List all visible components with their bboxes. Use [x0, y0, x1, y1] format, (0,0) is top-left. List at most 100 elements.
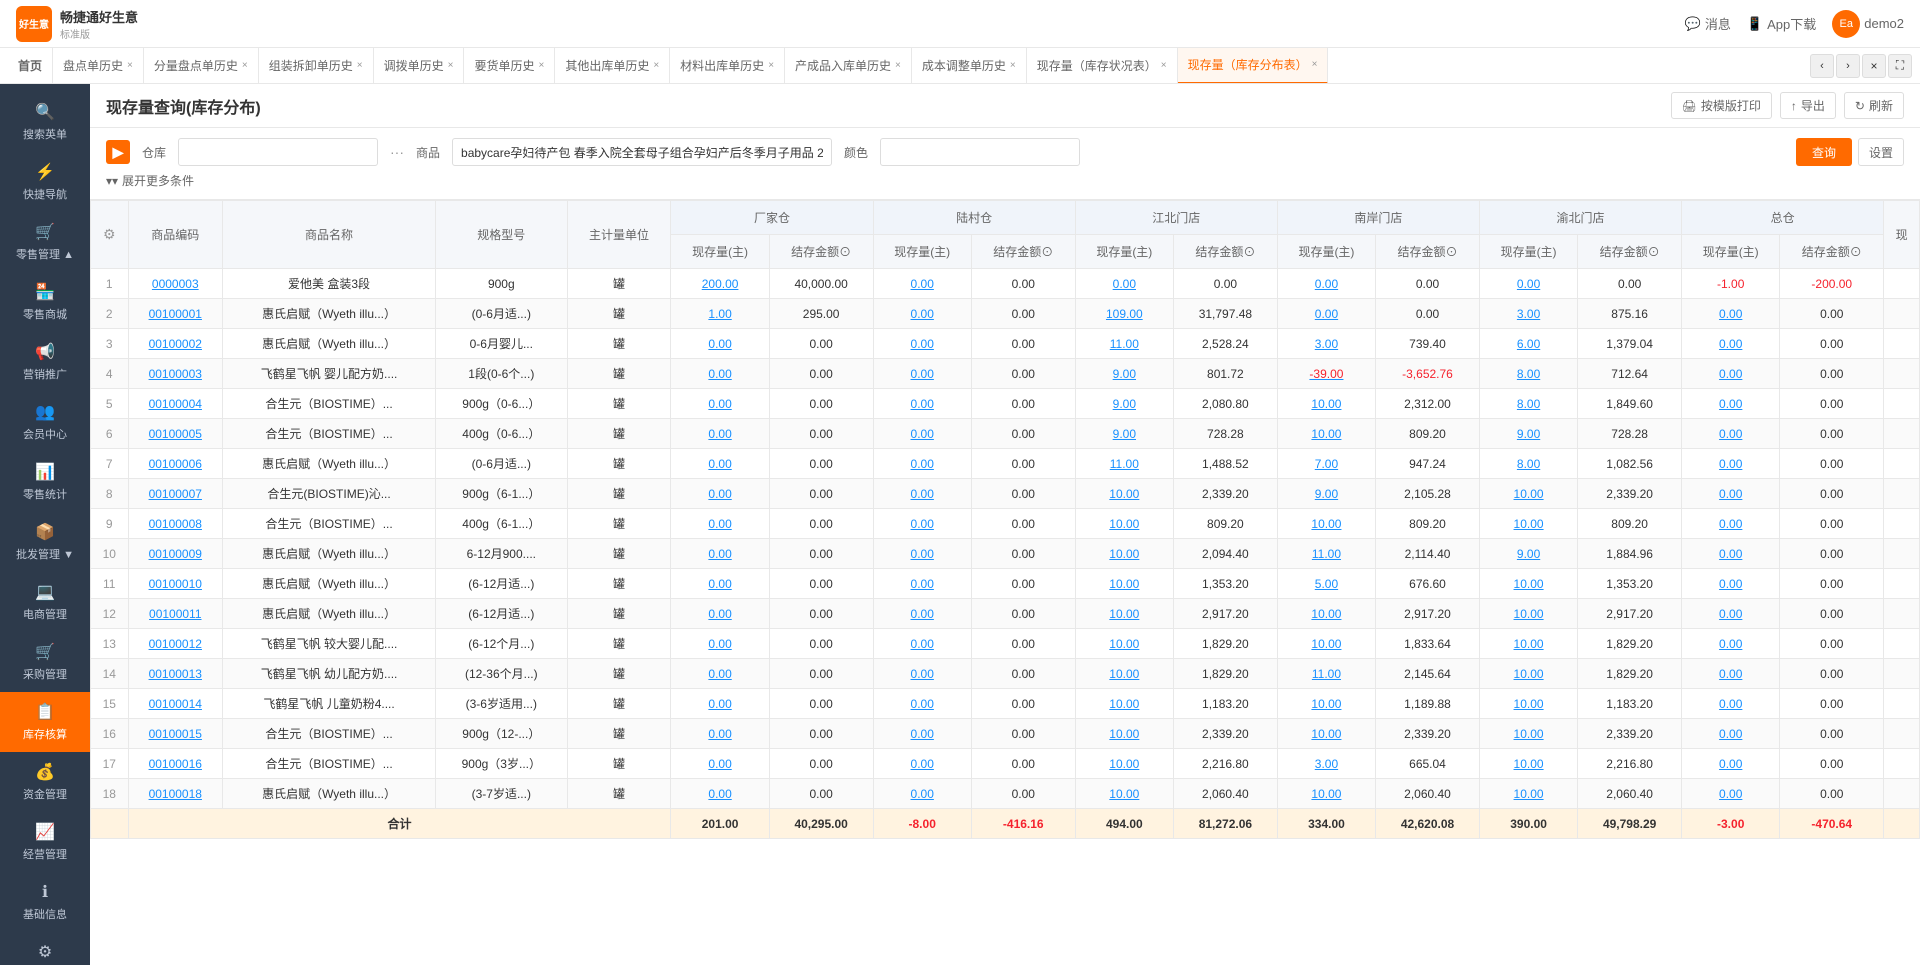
close-icon[interactable]: × [448, 60, 454, 71]
j-qty[interactable]: 9.00 [1075, 389, 1173, 419]
j-qty[interactable]: 10.00 [1075, 719, 1173, 749]
color-input[interactable] [880, 138, 1080, 166]
sidebar-item-marketing[interactable]: 📢 营销推广 [0, 332, 90, 392]
l-qty[interactable]: 0.00 [873, 329, 971, 359]
tab-xiancunliang2[interactable]: 现存量（库存分布表） × [1178, 48, 1329, 84]
close-icon[interactable]: × [127, 60, 133, 71]
l-qty[interactable]: 0.00 [873, 389, 971, 419]
total-qty[interactable]: 0.00 [1682, 779, 1780, 809]
l-qty[interactable]: 0.00 [873, 719, 971, 749]
j-qty[interactable]: 10.00 [1075, 539, 1173, 569]
j-qty[interactable]: 11.00 [1075, 449, 1173, 479]
close-icon[interactable]: × [895, 60, 901, 71]
f-qty[interactable]: 0.00 [671, 359, 769, 389]
tab-chanpinruku[interactable]: 产成品入库单历史 × [785, 48, 912, 84]
product-code[interactable]: 00100001 [128, 299, 223, 329]
total-qty[interactable]: 0.00 [1682, 569, 1780, 599]
settings-btn[interactable]: 设置 [1858, 138, 1904, 166]
y-qty[interactable]: 10.00 [1479, 509, 1577, 539]
user-info[interactable]: Ea demo2 [1832, 10, 1904, 38]
total-qty[interactable]: 0.00 [1682, 689, 1780, 719]
sidebar-item-stats[interactable]: 📊 零售统计 [0, 452, 90, 512]
y-qty[interactable]: 10.00 [1479, 749, 1577, 779]
n-qty[interactable]: 11.00 [1277, 539, 1375, 569]
j-qty[interactable]: 10.00 [1075, 629, 1173, 659]
product-code[interactable]: 00100009 [128, 539, 223, 569]
n-qty[interactable]: 7.00 [1277, 449, 1375, 479]
total-qty[interactable]: 0.00 [1682, 449, 1780, 479]
f-qty[interactable]: 0.00 [671, 689, 769, 719]
total-qty[interactable]: 0.00 [1682, 299, 1780, 329]
n-qty[interactable]: 10.00 [1277, 509, 1375, 539]
f-qty[interactable]: 0.00 [671, 539, 769, 569]
total-qty[interactable]: 0.00 [1682, 359, 1780, 389]
y-qty[interactable]: 10.00 [1479, 629, 1577, 659]
tab-fenpandian[interactable]: 分量盘点单历史 × [144, 48, 259, 84]
j-qty[interactable]: 11.00 [1075, 329, 1173, 359]
l-qty[interactable]: 0.00 [873, 299, 971, 329]
warehouse-input[interactable] [178, 138, 378, 166]
l-qty[interactable]: 0.00 [873, 359, 971, 389]
j-qty[interactable]: 10.00 [1075, 659, 1173, 689]
product-code[interactable]: 00100012 [128, 629, 223, 659]
total-qty[interactable]: 0.00 [1682, 659, 1780, 689]
n-qty[interactable]: 10.00 [1277, 419, 1375, 449]
j-qty[interactable]: 9.00 [1075, 359, 1173, 389]
close-icon[interactable]: × [242, 60, 248, 71]
l-qty[interactable]: 0.00 [873, 779, 971, 809]
l-qty[interactable]: 0.00 [873, 689, 971, 719]
sidebar-item-nav[interactable]: ⚡ 快捷导航 [0, 152, 90, 212]
l-qty[interactable]: 0.00 [873, 599, 971, 629]
tab-cailiaochuku[interactable]: 材料出库单历史 × [670, 48, 785, 84]
y-qty[interactable]: 3.00 [1479, 299, 1577, 329]
message-btn[interactable]: 💬 消息 [1685, 14, 1731, 33]
j-qty[interactable]: 10.00 [1075, 689, 1173, 719]
product-code[interactable]: 00100003 [128, 359, 223, 389]
close-icon[interactable]: × [768, 60, 774, 71]
expand-more[interactable]: ▾▾ 展开更多条件 [106, 172, 1904, 189]
n-qty[interactable]: 11.00 [1277, 659, 1375, 689]
nav-expand-btn[interactable]: ⛶ [1888, 54, 1912, 78]
total-qty[interactable]: 0.00 [1682, 719, 1780, 749]
total-qty[interactable]: 0.00 [1682, 479, 1780, 509]
tab-yaohuo[interactable]: 要货单历史 × [464, 48, 555, 84]
product-input[interactable] [452, 138, 832, 166]
j-qty[interactable]: 9.00 [1075, 419, 1173, 449]
y-qty[interactable]: 10.00 [1479, 689, 1577, 719]
sidebar-item-purchase[interactable]: 🛒 采购管理 [0, 632, 90, 692]
n-qty[interactable]: 5.00 [1277, 569, 1375, 599]
l-qty[interactable]: 0.00 [873, 269, 971, 299]
f-qty[interactable]: 0.00 [671, 329, 769, 359]
close-icon[interactable]: × [538, 60, 544, 71]
sidebar-item-finance[interactable]: 💰 资金管理 [0, 752, 90, 812]
product-code[interactable]: 00100018 [128, 779, 223, 809]
f-qty[interactable]: 0.00 [671, 659, 769, 689]
l-qty[interactable]: 0.00 [873, 629, 971, 659]
tab-xiancunliang1[interactable]: 现存量（库存状况表） × [1027, 48, 1178, 84]
product-code[interactable]: 00100006 [128, 449, 223, 479]
product-code[interactable]: 00100008 [128, 509, 223, 539]
y-qty[interactable]: 10.00 [1479, 599, 1577, 629]
sidebar-item-operation[interactable]: 📈 经营管理 [0, 812, 90, 872]
refresh-btn[interactable]: ↻ 刷新 [1844, 92, 1904, 119]
app-download-btn[interactable]: 📱 App下载 [1747, 14, 1816, 33]
y-qty[interactable]: 0.00 [1479, 269, 1577, 299]
ellipsis-icon[interactable]: ··· [390, 144, 404, 160]
f-qty[interactable]: 0.00 [671, 449, 769, 479]
tab-zuzhuang[interactable]: 组装拆卸单历史 × [259, 48, 374, 84]
j-qty[interactable]: 10.00 [1075, 599, 1173, 629]
l-qty[interactable]: 0.00 [873, 509, 971, 539]
f-qty[interactable]: 200.00 [671, 269, 769, 299]
f-qty[interactable]: 0.00 [671, 509, 769, 539]
l-qty[interactable]: 0.00 [873, 539, 971, 569]
n-qty[interactable]: 3.00 [1277, 749, 1375, 779]
close-icon[interactable]: × [1010, 60, 1016, 71]
l-qty[interactable]: 0.00 [873, 479, 971, 509]
total-qty[interactable]: 0.00 [1682, 539, 1780, 569]
nav-prev-btn[interactable]: ‹ [1810, 54, 1834, 78]
product-code[interactable]: 00100014 [128, 689, 223, 719]
product-code[interactable]: 00100010 [128, 569, 223, 599]
tab-pandian[interactable]: 盘点单历史 × [53, 48, 144, 84]
tab-chenben[interactable]: 成本调整单历史 × [912, 48, 1027, 84]
sidebar-item-system[interactable]: ⚙ 系统管理 [0, 932, 90, 965]
